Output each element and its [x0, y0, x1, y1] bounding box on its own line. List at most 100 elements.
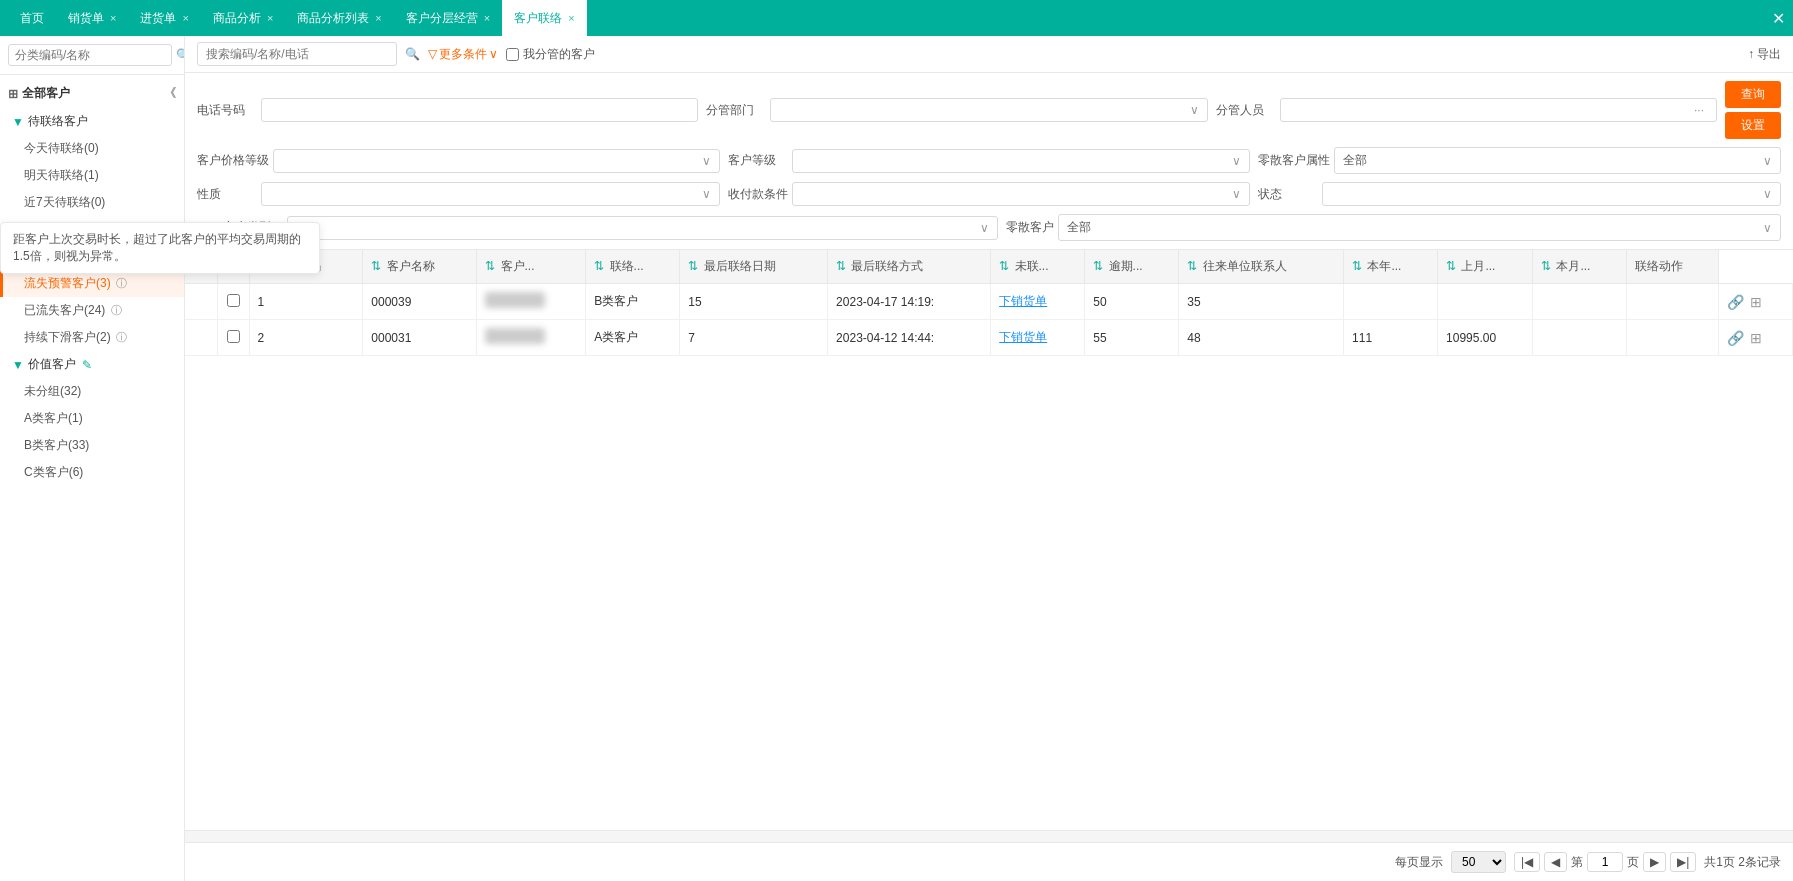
sidebar-item-today[interactable]: 今天待联络(0) — [0, 135, 184, 162]
col-level[interactable]: ⇅ 客户... — [477, 250, 586, 284]
current-page-input[interactable] — [1587, 852, 1623, 872]
col-contact-count[interactable]: ⇅ 联络... — [586, 250, 680, 284]
cell-method-2[interactable]: 下销货单 — [991, 320, 1085, 356]
filter-phone-label: 电话号码 — [197, 102, 257, 119]
close-product-analysis-icon[interactable]: × — [267, 12, 273, 24]
filter-nature-select[interactable]: ∨ — [261, 182, 720, 206]
filter-row-2: 客户价格等级 ∨ 客户等级 ∨ 零散客户属性 全部 — [197, 147, 1781, 174]
my-customers-checkbox-label[interactable]: 我分管的客户 — [506, 46, 595, 63]
link-action-icon-2[interactable]: 🔗 — [1727, 330, 1744, 346]
export-button[interactable]: ↑ 导出 — [1748, 46, 1781, 63]
col-name[interactable]: ⇅ 客户名称 — [363, 250, 477, 284]
sidebar-item-b-class[interactable]: B类客户(33) — [0, 432, 184, 459]
filter-dept-label: 分管部门 — [706, 102, 766, 119]
sidebar-item-lost[interactable]: 已流失客户(24) ⓘ — [0, 297, 184, 324]
sort-icon-this-month: ⇅ — [1541, 259, 1551, 273]
filter-phone: 电话号码 — [197, 98, 698, 122]
filter-payment-select[interactable]: ∨ — [792, 182, 1251, 206]
settings-button[interactable]: 设置 — [1725, 112, 1781, 139]
filter-customer-type-select[interactable]: ∨ — [287, 216, 998, 240]
nav-purchase[interactable]: 进货单 × — [128, 0, 200, 36]
cell-level-2: A类客户 — [586, 320, 680, 356]
grid-action-icon-1[interactable]: ⊞ — [1750, 294, 1762, 310]
cell-overdue-1: 35 — [1179, 284, 1344, 320]
filter-manager-dots[interactable]: ··· — [1690, 103, 1708, 117]
nav-customer-tier[interactable]: 客户分层经营 × — [394, 0, 502, 36]
cell-person-2: 111 — [1344, 320, 1438, 356]
sidebar-search-input[interactable] — [8, 44, 172, 66]
col-no-contact[interactable]: ⇅ 未联... — [991, 250, 1085, 284]
horizontal-scrollbar[interactable] — [185, 830, 1793, 842]
close-customer-contact-icon[interactable]: × — [568, 12, 574, 24]
sidebar-section-value[interactable]: ▼ 价值客户 ✎ — [0, 351, 184, 378]
nav-home[interactable]: 首页 — [8, 0, 56, 36]
next-page-button[interactable]: ▶ — [1643, 852, 1666, 872]
cell-count-2: 7 — [680, 320, 828, 356]
close-sales-icon[interactable]: × — [110, 12, 116, 24]
sidebar-item-ungrouped[interactable]: 未分组(32) — [0, 378, 184, 405]
cell-overdue-2: 48 — [1179, 320, 1344, 356]
per-page-select[interactable]: 50 100 200 — [1451, 851, 1506, 873]
sidebar-search-icon[interactable]: 🔍 — [176, 48, 185, 62]
close-customer-tier-icon[interactable]: × — [484, 12, 490, 24]
nav-customer-contact[interactable]: 客户联络 × — [502, 0, 586, 36]
edit-icon[interactable]: ✎ — [82, 358, 92, 372]
col-last-month[interactable]: ⇅ 上月... — [1438, 250, 1533, 284]
close-purchase-icon[interactable]: × — [182, 12, 188, 24]
sort-icon-this-year: ⇅ — [1352, 259, 1362, 273]
row2-checkbox[interactable] — [227, 330, 240, 343]
action-buttons: 查询 设置 — [1725, 81, 1781, 139]
filter-phone-input[interactable] — [261, 98, 698, 122]
method-link-1[interactable]: 下销货单 — [999, 294, 1047, 308]
action-icons-2: 🔗 ⊞ — [1727, 330, 1784, 346]
filter-retail-select[interactable]: 全部 ∨ — [1058, 214, 1781, 241]
col-last-method[interactable]: ⇅ 最后联络方式 — [828, 250, 991, 284]
first-page-button[interactable]: |◀ — [1514, 852, 1540, 872]
sidebar-item-tomorrow[interactable]: 明天待联络(1) — [0, 162, 184, 189]
nav-product-analysis-list[interactable]: 商品分析列表 × — [285, 0, 393, 36]
cell-checkbox-2[interactable] — [217, 320, 249, 356]
cell-action-1: 🔗 ⊞ — [1719, 284, 1793, 320]
sidebar-item-7days[interactable]: 近7天待联络(0) — [0, 189, 184, 216]
search-input[interactable] — [197, 42, 397, 66]
sidebar-item-active[interactable]: 流失预警客户(3) ⓘ — [0, 270, 184, 297]
link-action-icon-1[interactable]: 🔗 — [1727, 294, 1744, 310]
filter-status-select[interactable]: ∨ — [1322, 182, 1781, 206]
nav-product-analysis[interactable]: 商品分析 × — [201, 0, 285, 36]
cell-person-1 — [1344, 284, 1438, 320]
window-close-button[interactable]: ✕ — [1772, 9, 1785, 28]
col-overdue[interactable]: ⇅ 逾期... — [1085, 250, 1179, 284]
filter-customer-level-select[interactable]: ∨ — [792, 149, 1251, 173]
search-button[interactable]: 🔍 — [405, 47, 420, 61]
prev-page-button[interactable]: ◀ — [1544, 852, 1567, 872]
sidebar-section-pending[interactable]: ▼ 待联络客户 — [0, 108, 184, 135]
my-customers-checkbox[interactable] — [506, 48, 519, 61]
col-this-year[interactable]: ⇅ 本年... — [1344, 250, 1438, 284]
cell-method-1[interactable]: 下销货单 — [991, 284, 1085, 320]
query-button[interactable]: 查询 — [1725, 81, 1781, 108]
cell-checkbox-1[interactable] — [217, 284, 249, 320]
col-contact-person[interactable]: ⇅ 往来单位联系人 — [1179, 250, 1344, 284]
filter-scatter-select[interactable]: 全部 ∨ — [1334, 147, 1781, 174]
filter-price-select[interactable]: ∨ — [273, 149, 720, 173]
filter-payment: 收付款条件 ∨ — [728, 182, 1251, 206]
grid-action-icon-2[interactable]: ⊞ — [1750, 330, 1762, 346]
info-icon-4: ⓘ — [116, 331, 127, 343]
nav-sales[interactable]: 销货单 × — [56, 0, 128, 36]
sidebar-item-declining[interactable]: 持续下滑客户(2) ⓘ — [0, 324, 184, 351]
close-product-list-icon[interactable]: × — [375, 12, 381, 24]
method-link-2[interactable]: 下销货单 — [999, 330, 1047, 344]
col-last-date[interactable]: ⇅ 最后联络日期 — [680, 250, 828, 284]
row1-checkbox[interactable] — [227, 294, 240, 307]
cell-this-year-2: 10995.00 — [1438, 320, 1533, 356]
col-this-month[interactable]: ⇅ 本月... — [1533, 250, 1627, 284]
sidebar-item-c-class[interactable]: C类客户(6) — [0, 459, 184, 486]
last-page-button[interactable]: ▶| — [1670, 852, 1696, 872]
filter-manager-select[interactable]: ··· — [1280, 98, 1717, 122]
more-conditions-button[interactable]: ▽ 更多条件 ∨ — [428, 46, 498, 63]
sidebar-item-a-class[interactable]: A类客户(1) — [0, 405, 184, 432]
filter-dept-select[interactable]: ∨ — [770, 98, 1207, 122]
sidebar-all-customers[interactable]: ⊞ 全部客户 《 — [0, 79, 184, 108]
cell-code-1: 000039 — [363, 284, 477, 320]
sidebar-collapse-icon[interactable]: 《 — [164, 85, 176, 102]
